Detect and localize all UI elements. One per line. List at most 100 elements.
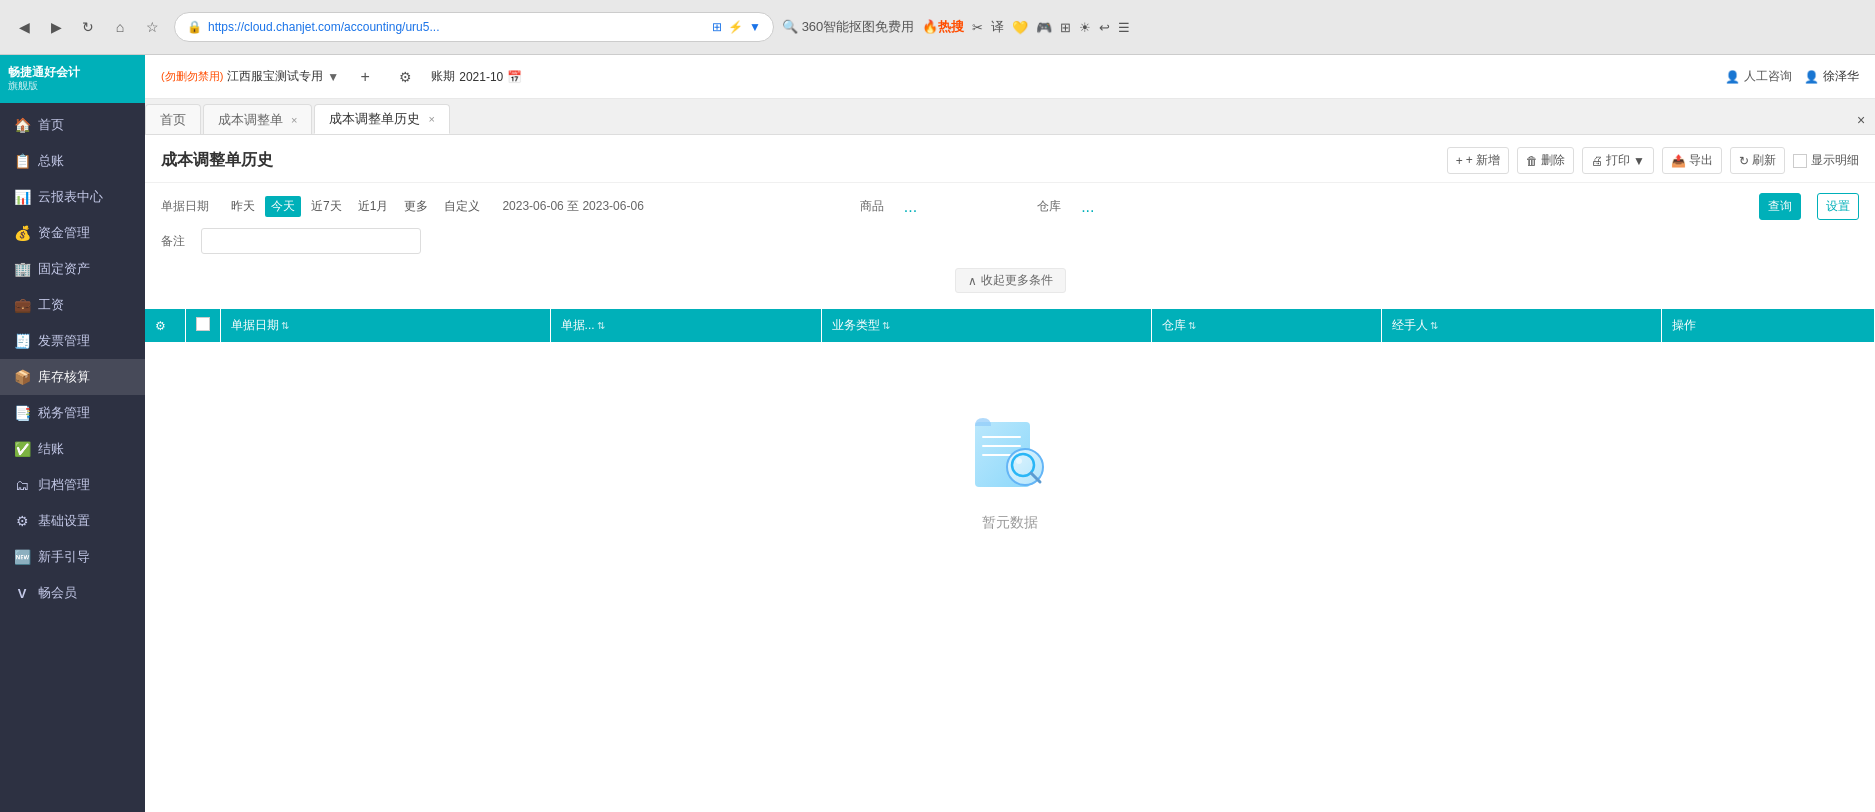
date-btn-yesterday[interactable]: 昨天	[225, 196, 261, 217]
remark-filter-label: 备注	[161, 233, 185, 250]
warehouse-filter-dots[interactable]: ...	[1081, 198, 1094, 216]
ledger-icon: 📋	[14, 153, 30, 169]
company-settings-button[interactable]: ⚙	[391, 63, 419, 91]
sidebar-item-fixed-assets[interactable]: 🏢 固定资产	[0, 251, 145, 287]
address-bar[interactable]: 🔒 https://cloud.chanjet.com/accounting/u…	[174, 12, 774, 42]
star-button[interactable]: ☆	[138, 13, 166, 41]
table-number-column[interactable]: 单据... ⇅	[550, 309, 822, 342]
table-warehouse-column[interactable]: 仓库 ⇅	[1152, 309, 1382, 342]
tab-cost-adjustment-history-close[interactable]: ×	[428, 113, 434, 125]
select-all-checkbox[interactable]	[196, 317, 210, 331]
sidebar-item-reports[interactable]: 📊 云报表中心	[0, 179, 145, 215]
sidebar-item-home[interactable]: 🏠 首页	[0, 107, 145, 143]
table-operator-column[interactable]: 经手人 ⇅	[1382, 309, 1662, 342]
translate-icon[interactable]: 译	[991, 18, 1004, 36]
table-ops-column: 操作	[1661, 309, 1874, 342]
table-type-column[interactable]: 业务类型 ⇅	[822, 309, 1152, 342]
company-selector[interactable]: (勿删勿禁用) 江西服宝测试专用 ▼	[161, 68, 339, 85]
logo-content: 畅捷通好会计 旗舰版	[8, 65, 80, 93]
back-button[interactable]: ◀	[10, 13, 38, 41]
refresh-button[interactable]: ↻ 刷新	[1730, 147, 1785, 174]
print-button[interactable]: 🖨 打印 ▼	[1582, 147, 1654, 174]
consult-button[interactable]: 👤 人工咨询	[1725, 68, 1792, 85]
date-btn-today[interactable]: 今天	[265, 196, 301, 217]
home-button[interactable]: ⌂	[106, 13, 134, 41]
refresh-icon: ↻	[1739, 154, 1749, 168]
close-all-tabs-button[interactable]: ×	[1847, 106, 1875, 134]
date-btn-more[interactable]: 更多	[398, 196, 434, 217]
collapse-button[interactable]: ∧ 收起更多条件	[955, 268, 1066, 293]
guide-icon: 🆕	[14, 549, 30, 565]
wallet-icon[interactable]: 💛	[1012, 20, 1028, 35]
sidebar-item-archive[interactable]: 🗂 归档管理	[0, 467, 145, 503]
query-button[interactable]: 查询	[1759, 193, 1801, 220]
sidebar-label-archive: 归档管理	[38, 476, 90, 494]
add-company-button[interactable]: +	[351, 63, 379, 91]
consult-label: 人工咨询	[1744, 68, 1792, 85]
tab-cost-adjustment-close[interactable]: ×	[291, 114, 297, 126]
table-settings-column[interactable]: ⚙	[145, 309, 185, 342]
svg-point-7	[1016, 458, 1022, 464]
tab-cost-adjustment[interactable]: 成本调整单 ×	[203, 104, 312, 134]
logo-sub: 旗舰版	[8, 79, 80, 93]
top-bar-right: 👤 人工咨询 👤 徐泽华	[1725, 68, 1859, 85]
game-icon[interactable]: 🎮	[1036, 20, 1052, 35]
table-date-column[interactable]: 单据日期 ⇅	[220, 309, 550, 342]
table-settings-button[interactable]: 设置	[1817, 193, 1859, 220]
company-name: 江西服宝测试专用	[227, 68, 323, 85]
operator-sort-icon: ⇅	[1430, 320, 1438, 331]
date-btn-7days[interactable]: 近7天	[305, 196, 348, 217]
menu-icon[interactable]: ☰	[1118, 20, 1130, 35]
warehouse-filter-label: 仓库	[1037, 198, 1061, 215]
sidebar-item-guide[interactable]: 🆕 新手引导	[0, 539, 145, 575]
table-container: ⚙ 单据日期 ⇅	[145, 309, 1875, 812]
sidebar-item-inventory[interactable]: 📦 库存核算	[0, 359, 145, 395]
data-table: ⚙ 单据日期 ⇅	[145, 309, 1875, 592]
remark-input[interactable]	[201, 228, 421, 254]
apps-icon[interactable]: ⊞	[1060, 20, 1071, 35]
sidebar-item-invoices[interactable]: 🧾 发票管理	[0, 323, 145, 359]
period-label: 账期	[431, 68, 455, 85]
goods-filter-label: 商品	[860, 198, 884, 215]
sidebar-label-closing: 结账	[38, 440, 64, 458]
empty-illustration	[960, 402, 1060, 502]
table-checkbox-column[interactable]	[185, 309, 220, 342]
undo-icon[interactable]: ↩	[1099, 20, 1110, 35]
tab-cost-adjustment-label: 成本调整单	[218, 111, 283, 129]
calendar-icon[interactable]: 📅	[507, 70, 522, 84]
operator-column-label: 经手人	[1392, 317, 1428, 334]
tab-cost-adjustment-history[interactable]: 成本调整单历史 ×	[314, 104, 449, 134]
archive-icon: 🗂	[14, 477, 30, 493]
period-info: 账期 2021-10 📅	[431, 68, 522, 85]
date-range: 2023-06-06 至 2023-06-06	[502, 198, 643, 215]
delete-button[interactable]: 🗑 删除	[1517, 147, 1574, 174]
sidebar-item-closing[interactable]: ✅ 结账	[0, 431, 145, 467]
header-actions: + + 新增 🗑 删除 🖨 打印 ▼ 📤 导出	[1447, 147, 1859, 174]
cut-icon[interactable]: ✂	[972, 20, 983, 35]
forward-button[interactable]: ▶	[42, 13, 70, 41]
sidebar-item-settings[interactable]: ⚙ 基础设置	[0, 503, 145, 539]
refresh-button[interactable]: ↻	[74, 13, 102, 41]
theme-icon[interactable]: ☀	[1079, 20, 1091, 35]
sidebar-item-vip[interactable]: V 畅会员	[0, 575, 145, 611]
type-sort-icon: ⇅	[882, 320, 890, 331]
show-detail-checkbox[interactable]	[1793, 154, 1807, 168]
export-button[interactable]: 📤 导出	[1662, 147, 1722, 174]
sidebar-item-tax[interactable]: 📑 税务管理	[0, 395, 145, 431]
sidebar-item-ledger[interactable]: 📋 总账	[0, 143, 145, 179]
goods-filter-dots[interactable]: ...	[904, 198, 917, 216]
tab-home-label: 首页	[160, 111, 186, 129]
tab-home[interactable]: 首页	[145, 104, 201, 134]
sidebar: 畅捷通好会计 旗舰版 🏠 首页 📋 总账 📊 云报表中心 💰 资金管理	[0, 55, 145, 812]
new-button[interactable]: + + 新增	[1447, 147, 1509, 174]
number-sort-icon: ⇅	[597, 320, 605, 331]
sidebar-label-vip: 畅会员	[38, 584, 77, 602]
user-profile-button[interactable]: 👤 徐泽华	[1804, 68, 1859, 85]
address-dropdown-icon[interactable]: ▼	[749, 20, 761, 34]
date-btn-1month[interactable]: 近1月	[352, 196, 395, 217]
sidebar-item-funds[interactable]: 💰 资金管理	[0, 215, 145, 251]
sidebar-item-payroll[interactable]: 💼 工资	[0, 287, 145, 323]
date-btn-custom[interactable]: 自定义	[438, 196, 486, 217]
table-header: ⚙ 单据日期 ⇅	[145, 309, 1875, 342]
company-dropdown-icon[interactable]: ▼	[327, 70, 339, 84]
